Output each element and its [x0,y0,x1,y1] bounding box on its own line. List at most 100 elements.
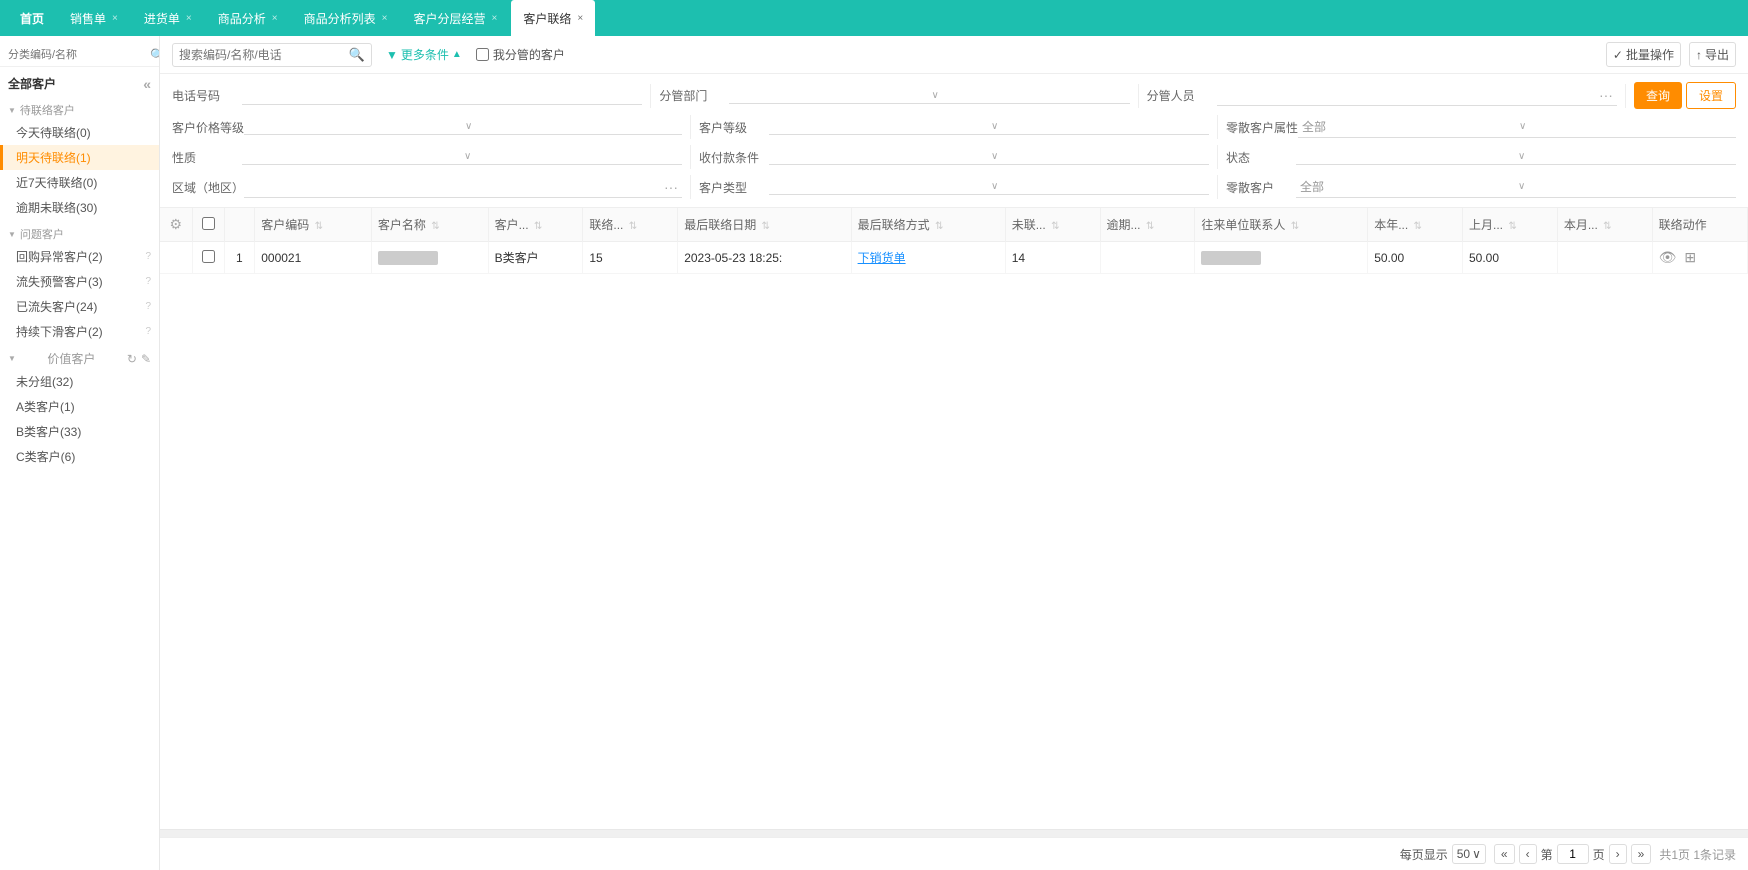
filter-retail-attr-select[interactable]: 全部 ∨ [1298,116,1736,138]
sidebar-search-input[interactable] [8,49,150,61]
hscroll-bar[interactable] [160,829,1748,837]
retail-attr-arrow-icon: ∨ [1519,121,1732,132]
th-last-contact-date[interactable]: 最后联络日期 ⇅ [678,208,851,242]
value-refresh-icon[interactable]: ↻ [127,352,137,366]
nav-goods-analysis[interactable]: 商品分析 × [206,0,290,36]
close-customer-contact-icon[interactable]: × [577,13,583,24]
sidebar-item-churn-warning[interactable]: 流失预警客户(3)? [0,269,159,294]
sidebar-item-today[interactable]: 今天待联络(0) [0,120,159,145]
filter-price-level-select[interactable]: ∨ [244,119,682,135]
date-sort-icon: ⇅ [762,221,770,232]
nav-customer-layer[interactable]: 客户分层经营 × [401,0,509,36]
value-edit-icon[interactable]: ✎ [141,352,151,366]
th-contacts[interactable]: 联络... ⇅ [583,208,678,242]
person-ellipsis-icon[interactable]: ··· [1599,87,1613,103]
sidebar-item-overdue[interactable]: 逾期未联络(30) [0,195,159,220]
search-input-wrap: 🔍 [172,43,372,67]
filter-more-btn[interactable]: ▼ 更多条件 ▲ [380,43,468,66]
close-sales-icon[interactable]: × [112,13,118,24]
th-this-month[interactable]: 本月... ⇅ [1557,208,1652,242]
sidebar-item-c-class[interactable]: C类客户(6) [0,444,159,469]
td-settings [160,242,192,274]
sidebar-all-customers[interactable]: 全部客户 « [0,71,159,96]
sidebar-item-tomorrow[interactable]: 明天待联络(1) [0,145,159,170]
filter-dept-select[interactable]: ∨ [729,88,1129,104]
action-grid-icon[interactable]: ⊞ [1684,249,1696,266]
nav-goods-analysis-list[interactable]: 商品分析列表 × [292,0,400,36]
prev-page-button[interactable]: ‹ [1519,844,1537,864]
close-goods-analysis-icon[interactable]: × [272,13,278,24]
row-checkbox[interactable] [202,250,215,263]
th-overdue[interactable]: 逾期... ⇅ [1100,208,1195,242]
action-eye-icon[interactable]: 👁 [1659,249,1677,266]
my-customers-checkbox[interactable] [476,48,489,61]
th-code[interactable]: 客户编码 ⇅ [255,208,372,242]
nav-purchase[interactable]: 进货单 × [132,0,204,36]
my-customers-check[interactable]: 我分管的客户 [476,46,565,63]
filter-customer-level-select[interactable]: ∨ [769,119,1209,135]
filter-payment: 收付款条件 ∨ [699,149,1209,166]
filter-retail-select[interactable]: 全部 ∨ [1296,176,1736,198]
sidebar-item-repurchase-abnormal[interactable]: 回购异常客户(2)? [0,244,159,269]
query-button[interactable]: 查询 [1634,82,1682,109]
sidebar-search-wrap: 🔍 [0,44,159,67]
td-last-month: 50.00 [1463,242,1558,274]
batch-op-check-icon: ✓ [1613,48,1623,62]
region-ellipsis-icon[interactable]: ··· [664,179,678,195]
td-no-contact: 14 [1005,242,1100,274]
filter-customer-type-select[interactable]: ∨ [769,179,1209,195]
batch-op-button[interactable]: ✓ 批量操作 [1606,42,1681,67]
price-level-arrow-icon: ∨ [465,121,678,132]
th-last-contact-method[interactable]: 最后联络方式 ⇅ [851,208,1005,242]
filter-nature: 性质 ∨ [172,149,682,166]
reset-button[interactable]: 设置 [1686,82,1736,109]
page-number-input[interactable] [1557,844,1589,864]
sidebar-section-value: 价值客户 ↻ ✎ [0,344,159,369]
th-checkbox [192,208,224,242]
contact-method-link[interactable]: 下销货单 [858,251,906,265]
close-customer-layer-icon[interactable]: × [491,13,497,24]
filter-nature-select[interactable]: ∨ [242,149,682,165]
first-page-button[interactable]: « [1494,844,1515,864]
th-no-contact[interactable]: 未联... ⇅ [1005,208,1100,242]
sidebar-item-churned[interactable]: 已流失客户(24)? [0,294,159,319]
close-purchase-icon[interactable]: × [186,13,192,24]
unit-contact-blurred [1201,251,1261,265]
sidebar-item-a-class[interactable]: A类客户(1) [0,394,159,419]
td-type: B类客户 [488,242,583,274]
th-name[interactable]: 客户名称 ⇅ [371,208,488,242]
unit-sort-icon: ⇅ [1291,221,1299,232]
th-type[interactable]: 客户... ⇅ [488,208,583,242]
th-this-year[interactable]: 本年... ⇅ [1368,208,1463,242]
filter-row-2: 客户价格等级 ∨ 客户等级 ∨ 零散客户属性 [172,115,1736,139]
next-page-button[interactable]: › [1609,844,1627,864]
filter-status-select[interactable]: ∨ [1296,149,1736,165]
th-last-month[interactable]: 上月... ⇅ [1463,208,1558,242]
search-icon[interactable]: 🔍 [349,47,365,63]
table-wrap: ⚙ 客户编码 ⇅ 客户名称 ⇅ [160,208,1748,829]
nav-customer-contact[interactable]: 客户联络 × [511,0,595,36]
search-input[interactable] [179,48,345,62]
th-index [224,208,255,242]
close-goods-analysis-list-icon[interactable]: × [382,13,388,24]
sidebar-item-week[interactable]: 近7天待联络(0) [0,170,159,195]
select-all-checkbox[interactable] [202,217,215,230]
th-unit-contact[interactable]: 往来单位联系人 ⇅ [1195,208,1368,242]
filter-chevron-icon: ▲ [452,49,462,60]
sidebar-item-ungrouped[interactable]: 未分组(32) [0,369,159,394]
main-layout: 🔍 全部客户 « 待联络客户 今天待联络(0) 明天待联络(1) 近7天待联络(… [0,36,1748,870]
page-size-box[interactable]: 50 ∨ [1452,844,1486,864]
export-button[interactable]: ↑ 导出 [1689,42,1736,67]
filter-payment-select[interactable]: ∨ [769,149,1209,165]
sidebar-collapse-icon[interactable]: « [143,76,151,92]
status-arrow-icon: ∨ [1518,151,1732,162]
toolbar: 🔍 ▼ 更多条件 ▲ 我分管的客户 ✓ 批量操作 ↑ 导出 [160,36,1748,74]
last-page-button[interactable]: » [1631,844,1652,864]
sidebar-search-icon[interactable]: 🔍 [150,48,160,62]
filter-phone-input[interactable] [242,86,642,105]
nav-home[interactable]: 首页 [8,0,56,36]
sidebar-item-b-class[interactable]: B类客户(33) [0,419,159,444]
sidebar-item-declining[interactable]: 持续下滑客户(2)? [0,319,159,344]
table-settings-icon[interactable]: ⚙ [169,216,182,232]
nav-sales[interactable]: 销售单 × [58,0,130,36]
